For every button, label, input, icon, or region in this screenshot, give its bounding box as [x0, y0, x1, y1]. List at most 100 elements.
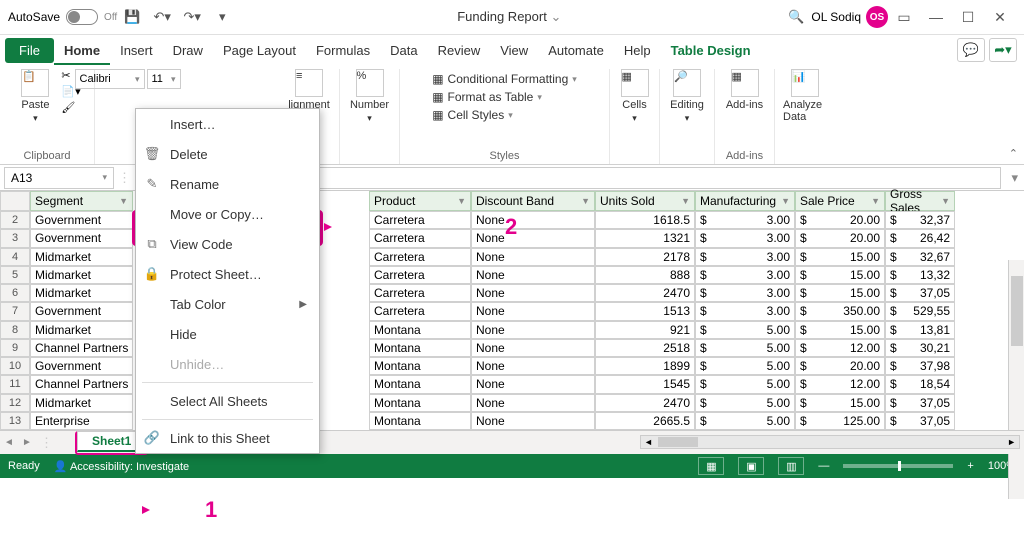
cell-gross[interactable]: $13,32	[885, 266, 955, 284]
cell-product[interactable]: Carretera	[369, 229, 471, 247]
cell-segment[interactable]: Government	[30, 229, 133, 247]
accessibility-button[interactable]: 👤 Accessibility: Investigate	[54, 460, 189, 473]
cell-mfg[interactable]: $3.00	[695, 302, 795, 320]
horizontal-scrollbar[interactable]: ◄►	[640, 435, 1020, 449]
ctx-insert[interactable]: Insert…	[136, 109, 319, 139]
ribbon-tab-review[interactable]: Review	[428, 38, 491, 65]
cell-segment[interactable]: Midmarket	[30, 321, 133, 339]
cell-mfg[interactable]: $5.00	[695, 321, 795, 339]
row-header[interactable]: 9	[0, 339, 30, 357]
column-header-Discount Band[interactable]: Discount Band▼	[471, 191, 595, 211]
column-header-Manufacturing[interactable]: Manufacturing▼	[695, 191, 795, 211]
cell-segment[interactable]: Midmarket	[30, 394, 133, 412]
name-box[interactable]: A13▾	[4, 167, 114, 189]
font-selector[interactable]: Calibri▾	[75, 69, 145, 89]
cell-mfg[interactable]: $3.00	[695, 248, 795, 266]
cell-gross[interactable]: $37,98	[885, 357, 955, 375]
cell-units[interactable]: 921	[595, 321, 695, 339]
cell-units[interactable]: 1618.5	[595, 211, 695, 229]
cell-price[interactable]: $20.00	[795, 229, 885, 247]
ctx-link-to-this-sheet[interactable]: 🔗Link to this Sheet	[136, 423, 319, 453]
row-header[interactable]: 5	[0, 266, 30, 284]
select-all-corner[interactable]	[0, 191, 30, 211]
row-header[interactable]: 8	[0, 321, 30, 339]
ribbon-tab-table-design[interactable]: Table Design	[661, 38, 761, 65]
cell-mfg[interactable]: $3.00	[695, 211, 795, 229]
cell-gross[interactable]: $13,81	[885, 321, 955, 339]
ctx-rename[interactable]: ✎Rename	[136, 169, 319, 199]
cell-discount[interactable]: None	[471, 321, 595, 339]
cell-units[interactable]: 1545	[595, 375, 695, 393]
cell-product[interactable]: Montana	[369, 321, 471, 339]
cell-mfg[interactable]: $5.00	[695, 339, 795, 357]
vertical-scrollbar[interactable]	[1008, 260, 1024, 499]
cell-product[interactable]: Montana	[369, 394, 471, 412]
sheet-nav-prev[interactable]: ◄	[0, 437, 18, 448]
cell-product[interactable]: Carretera	[369, 302, 471, 320]
ctx-delete[interactable]: 🗑Delete	[136, 139, 319, 169]
cell-discount[interactable]: None	[471, 266, 595, 284]
cell-product[interactable]: Carretera	[369, 266, 471, 284]
ctx-hide[interactable]: Hide	[136, 319, 319, 349]
cell-units[interactable]: 888	[595, 266, 695, 284]
cell-segment[interactable]: Government	[30, 302, 133, 320]
cell-price[interactable]: $15.00	[795, 394, 885, 412]
cell-price[interactable]: $12.00	[795, 375, 885, 393]
ctx-move-or-copy[interactable]: Move or Copy…	[136, 199, 319, 229]
column-header-Sale Price[interactable]: Sale Price▼	[795, 191, 885, 211]
cell-segment[interactable]: Channel Partners	[30, 375, 133, 393]
column-header-Segment[interactable]: Segment▼	[30, 191, 133, 211]
format-as-table-button[interactable]: ▦Format as Table ▾	[432, 89, 542, 105]
cell-price[interactable]: $15.00	[795, 266, 885, 284]
ribbon-tab-page-layout[interactable]: Page Layout	[213, 38, 306, 65]
cell-price[interactable]: $15.00	[795, 321, 885, 339]
cell-gross[interactable]: $30,21	[885, 339, 955, 357]
cell-price[interactable]: $12.00	[795, 339, 885, 357]
cells-button[interactable]: ▦Cells▾	[613, 69, 657, 124]
row-header[interactable]: 7	[0, 302, 30, 320]
collapse-ribbon-button[interactable]: ⌃	[1009, 147, 1018, 160]
cell-product[interactable]: Montana	[369, 357, 471, 375]
cell-product[interactable]: Carretera	[369, 211, 471, 229]
cell-gross[interactable]: $37,05	[885, 394, 955, 412]
cell-units[interactable]: 2178	[595, 248, 695, 266]
cell-mfg[interactable]: $5.00	[695, 357, 795, 375]
zoom-slider[interactable]	[843, 464, 953, 468]
ribbon-tab-formulas[interactable]: Formulas	[306, 38, 380, 65]
row-header[interactable]: 12	[0, 394, 30, 412]
view-break-button[interactable]: ▥	[778, 457, 804, 475]
cell-discount[interactable]: None	[471, 229, 595, 247]
cell-discount[interactable]: None	[471, 412, 595, 430]
cell-units[interactable]: 1513	[595, 302, 695, 320]
cell-product[interactable]: Montana	[369, 375, 471, 393]
cell-segment[interactable]: Government	[30, 211, 133, 229]
cell-discount[interactable]: None	[471, 302, 595, 320]
column-header-Units Sold[interactable]: Units Sold▼	[595, 191, 695, 211]
conditional-formatting-button[interactable]: ▦Conditional Formatting ▾	[432, 71, 577, 87]
column-header-Product[interactable]: Product▼	[369, 191, 471, 211]
redo-button[interactable]: ↷▾	[180, 5, 204, 29]
zoom-in-button[interactable]: +	[967, 460, 973, 472]
editing-button[interactable]: 🔎Editing▾	[665, 69, 709, 124]
comments-button[interactable]: 💬	[957, 38, 985, 62]
cell-product[interactable]: Montana	[369, 412, 471, 430]
ribbon-tab-data[interactable]: Data	[380, 38, 427, 65]
cell-price[interactable]: $20.00	[795, 357, 885, 375]
view-page-button[interactable]: ▣	[738, 457, 764, 475]
row-header[interactable]: 6	[0, 284, 30, 302]
ctx-protect-sheet[interactable]: 🔒Protect Sheet…	[136, 259, 319, 289]
zoom-out-button[interactable]: —	[818, 460, 829, 472]
maximize-button[interactable]: ☐	[952, 5, 984, 29]
cell-product[interactable]: Montana	[369, 339, 471, 357]
ribbon-tab-help[interactable]: Help	[614, 38, 661, 65]
formula-expand[interactable]: ▾	[1005, 170, 1024, 186]
file-tab[interactable]: File	[5, 38, 54, 63]
cell-gross[interactable]: $37,05	[885, 284, 955, 302]
cell-mfg[interactable]: $3.00	[695, 266, 795, 284]
cell-mfg[interactable]: $5.00	[695, 375, 795, 393]
ctx-view-code[interactable]: ⧉View Code	[136, 229, 319, 259]
number-group[interactable]: %Number▾	[348, 69, 392, 124]
addins-button[interactable]: ▦Add-ins	[723, 69, 767, 111]
row-header[interactable]: 2	[0, 211, 30, 229]
minimize-button[interactable]: —	[920, 5, 952, 29]
